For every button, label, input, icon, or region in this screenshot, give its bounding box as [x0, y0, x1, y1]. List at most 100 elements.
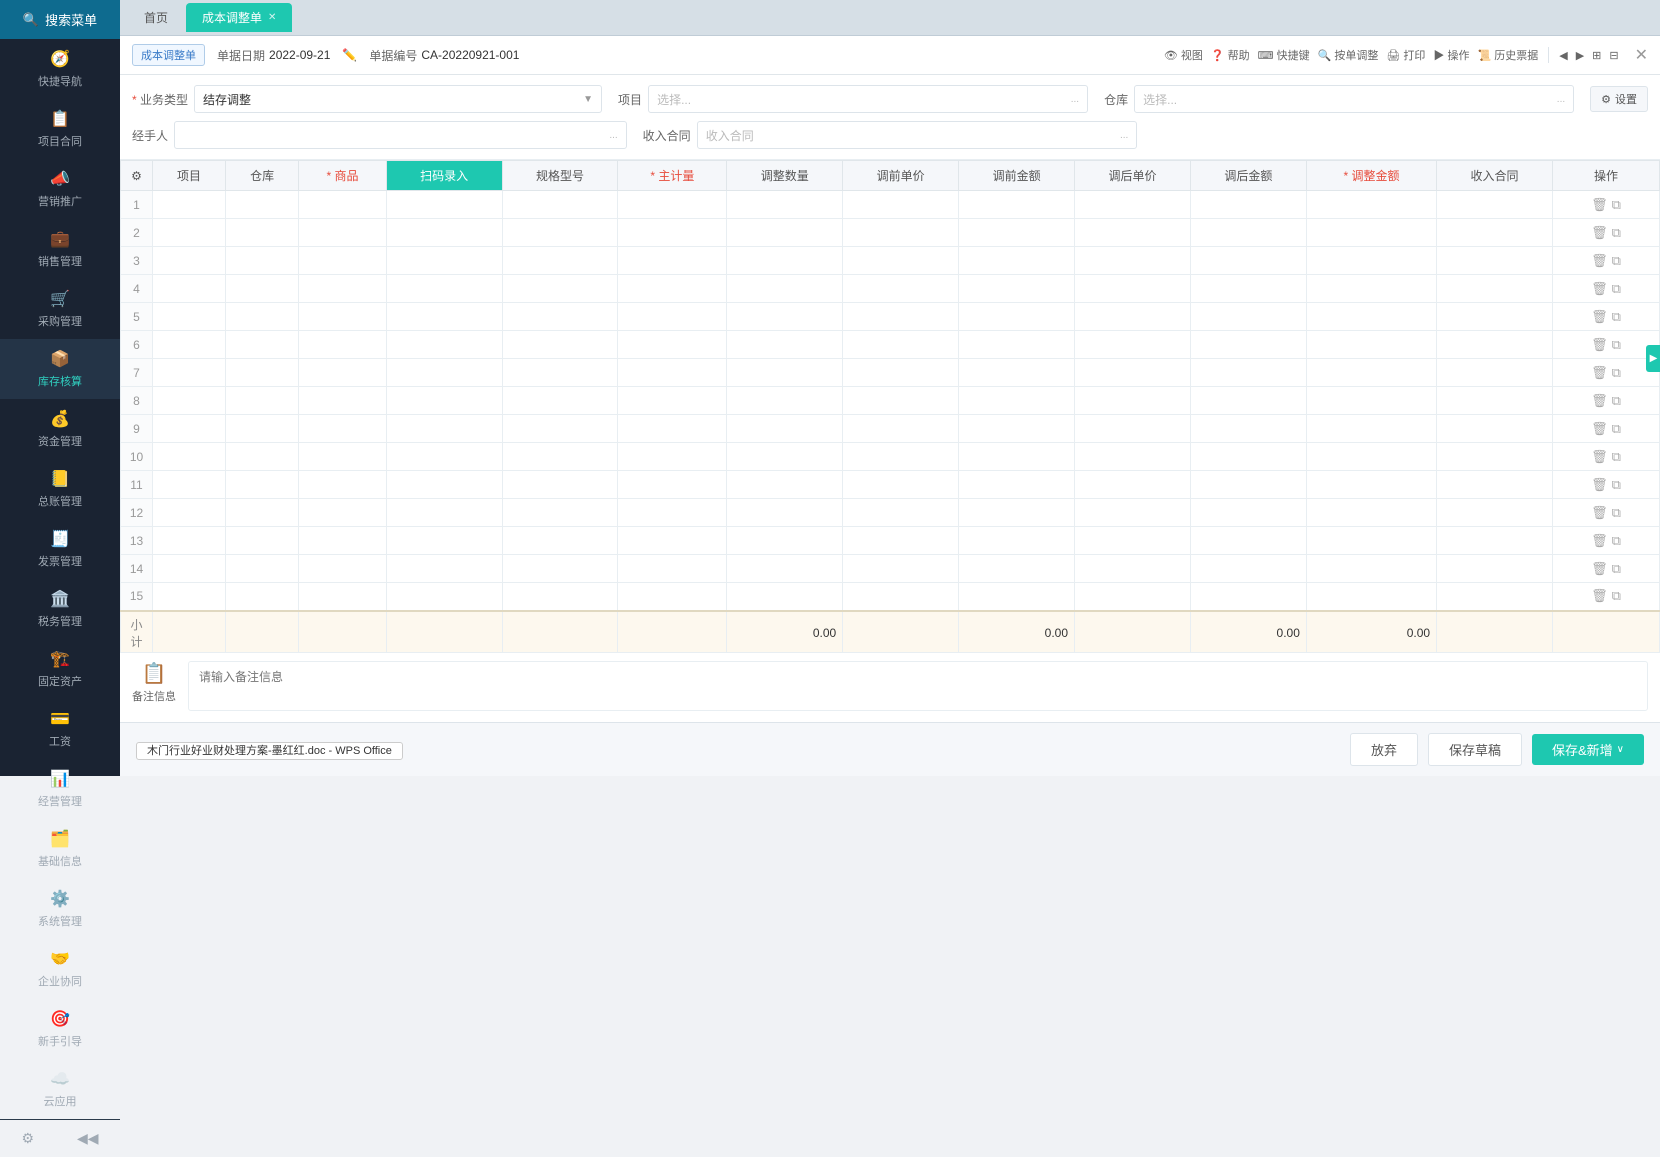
cell-goods[interactable]	[299, 555, 386, 583]
cell-unit[interactable]	[618, 359, 727, 387]
sidebar-item-project-contract[interactable]: 📋 项目合同	[0, 99, 120, 159]
cell-after-amount[interactable]	[1190, 527, 1306, 555]
cell-income-contract[interactable]	[1437, 555, 1553, 583]
cell-prev-price[interactable]	[843, 359, 959, 387]
cell-project[interactable]	[153, 359, 226, 387]
cell-prev-price[interactable]	[843, 555, 959, 583]
cell-after-amount[interactable]	[1190, 247, 1306, 275]
copy-row-icon[interactable]: ⧉	[1612, 365, 1621, 381]
cell-adj-qty[interactable]	[727, 443, 843, 471]
income-contract-input[interactable]: 收入合同 ...	[697, 121, 1138, 149]
copy-row-icon[interactable]: ⧉	[1612, 253, 1621, 269]
toolbar-shortcut-btn[interactable]: ⌨ 快捷键	[1258, 47, 1310, 63]
cell-prev-amount[interactable]	[959, 303, 1075, 331]
cell-adj-amount[interactable]	[1306, 219, 1436, 247]
save-draft-button[interactable]: 保存草稿	[1428, 733, 1522, 766]
delete-row-icon[interactable]: 🗑	[1591, 337, 1608, 353]
toolbar-print-btn[interactable]: 🖨 打印	[1386, 47, 1425, 63]
cell-adj-qty[interactable]	[727, 331, 843, 359]
cell-goods[interactable]	[299, 331, 386, 359]
sidebar-item-tax-mgmt[interactable]: 🏛️ 税务管理	[0, 579, 120, 639]
doc-date-edit-icon[interactable]: ✏️	[342, 48, 357, 62]
cell-scan[interactable]	[386, 275, 502, 303]
cell-after-amount[interactable]	[1190, 275, 1306, 303]
cell-unit[interactable]	[618, 275, 727, 303]
toolbar-operation-btn[interactable]: ▶ 操作	[1433, 47, 1469, 63]
cell-adj-amount[interactable]	[1306, 527, 1436, 555]
cell-prev-price[interactable]	[843, 303, 959, 331]
cell-unit[interactable]	[618, 191, 727, 219]
cell-scan[interactable]	[386, 527, 502, 555]
window-close-btn[interactable]: ✕	[1635, 45, 1648, 65]
warehouse-input[interactable]: 选择... ...	[1134, 85, 1574, 113]
sidebar-item-ledger-mgmt[interactable]: 📒 总账管理	[0, 459, 120, 519]
toolbar-nav-next-btn[interactable]: ▶	[1576, 49, 1584, 62]
copy-row-icon[interactable]: ⧉	[1612, 533, 1621, 549]
cell-prev-price[interactable]	[843, 443, 959, 471]
sidebar-item-payroll[interactable]: 💳 工资	[0, 699, 120, 759]
cell-scan[interactable]	[386, 303, 502, 331]
save-new-button[interactable]: 保存&新增 ∨	[1532, 734, 1644, 765]
cell-unit[interactable]	[618, 331, 727, 359]
cell-warehouse[interactable]	[226, 191, 299, 219]
cell-unit[interactable]	[618, 247, 727, 275]
cell-spec[interactable]	[502, 555, 618, 583]
cell-after-amount[interactable]	[1190, 331, 1306, 359]
sidebar-search[interactable]: 🔍 搜索菜单	[0, 0, 120, 39]
cell-project[interactable]	[153, 583, 226, 611]
cell-income-contract[interactable]	[1437, 443, 1553, 471]
cell-adj-amount[interactable]	[1306, 471, 1436, 499]
cell-after-price[interactable]	[1075, 443, 1191, 471]
sidebar-item-cloud-apps[interactable]: ☁️ 云应用	[0, 1059, 120, 1119]
delete-row-icon[interactable]: 🗑	[1591, 421, 1608, 437]
cell-prev-amount[interactable]	[959, 471, 1075, 499]
cell-goods[interactable]	[299, 303, 386, 331]
cell-warehouse[interactable]	[226, 471, 299, 499]
cell-warehouse[interactable]	[226, 219, 299, 247]
sidebar-item-sales-mgmt[interactable]: 💼 销售管理	[0, 219, 120, 279]
delete-row-icon[interactable]: 🗑	[1591, 449, 1608, 465]
cell-goods[interactable]	[299, 499, 386, 527]
tab-home[interactable]: 首页	[128, 3, 184, 32]
cell-adj-qty[interactable]	[727, 359, 843, 387]
cell-unit[interactable]	[618, 555, 727, 583]
cell-unit[interactable]	[618, 527, 727, 555]
cell-prev-price[interactable]	[843, 415, 959, 443]
notes-input[interactable]	[188, 661, 1648, 711]
sidebar-item-biz-collab[interactable]: 🤝 企业协同	[0, 939, 120, 999]
cell-adj-qty[interactable]	[727, 471, 843, 499]
sidebar-item-fixed-assets[interactable]: 🏗️ 固定资产	[0, 639, 120, 699]
copy-row-icon[interactable]: ⧉	[1612, 281, 1621, 297]
toolbar-audit-btn[interactable]: 🔍 按单调整	[1318, 47, 1379, 63]
cell-goods[interactable]	[299, 443, 386, 471]
copy-row-icon[interactable]: ⧉	[1612, 449, 1621, 465]
cell-spec[interactable]	[502, 275, 618, 303]
cell-scan[interactable]	[386, 555, 502, 583]
cell-adj-qty[interactable]	[727, 527, 843, 555]
copy-row-icon[interactable]: ⧉	[1612, 337, 1621, 353]
cell-spec[interactable]	[502, 219, 618, 247]
cell-adj-qty[interactable]	[727, 555, 843, 583]
cell-scan[interactable]	[386, 471, 502, 499]
cell-spec[interactable]	[502, 583, 618, 611]
right-edge-expand-btn[interactable]: ▶	[1646, 345, 1660, 372]
cell-scan[interactable]	[386, 415, 502, 443]
col-settings[interactable]: ⚙	[121, 161, 153, 191]
cell-adj-amount[interactable]	[1306, 191, 1436, 219]
cell-prev-amount[interactable]	[959, 555, 1075, 583]
cell-project[interactable]	[153, 415, 226, 443]
cell-spec[interactable]	[502, 443, 618, 471]
cell-adj-amount[interactable]	[1306, 415, 1436, 443]
cell-goods[interactable]	[299, 219, 386, 247]
cell-adj-amount[interactable]	[1306, 499, 1436, 527]
cell-scan[interactable]	[386, 191, 502, 219]
cell-after-price[interactable]	[1075, 387, 1191, 415]
toolbar-nav-prev-btn[interactable]: ◀	[1559, 49, 1567, 62]
cell-scan[interactable]	[386, 247, 502, 275]
delete-row-icon[interactable]: 🗑	[1591, 197, 1608, 213]
cell-after-amount[interactable]	[1190, 583, 1306, 611]
sidebar-settings-btn[interactable]: ⚙	[21, 1130, 34, 1147]
cell-spec[interactable]	[502, 415, 618, 443]
sidebar-item-ops-mgmt[interactable]: 📊 经营管理	[0, 759, 120, 819]
cell-spec[interactable]	[502, 359, 618, 387]
